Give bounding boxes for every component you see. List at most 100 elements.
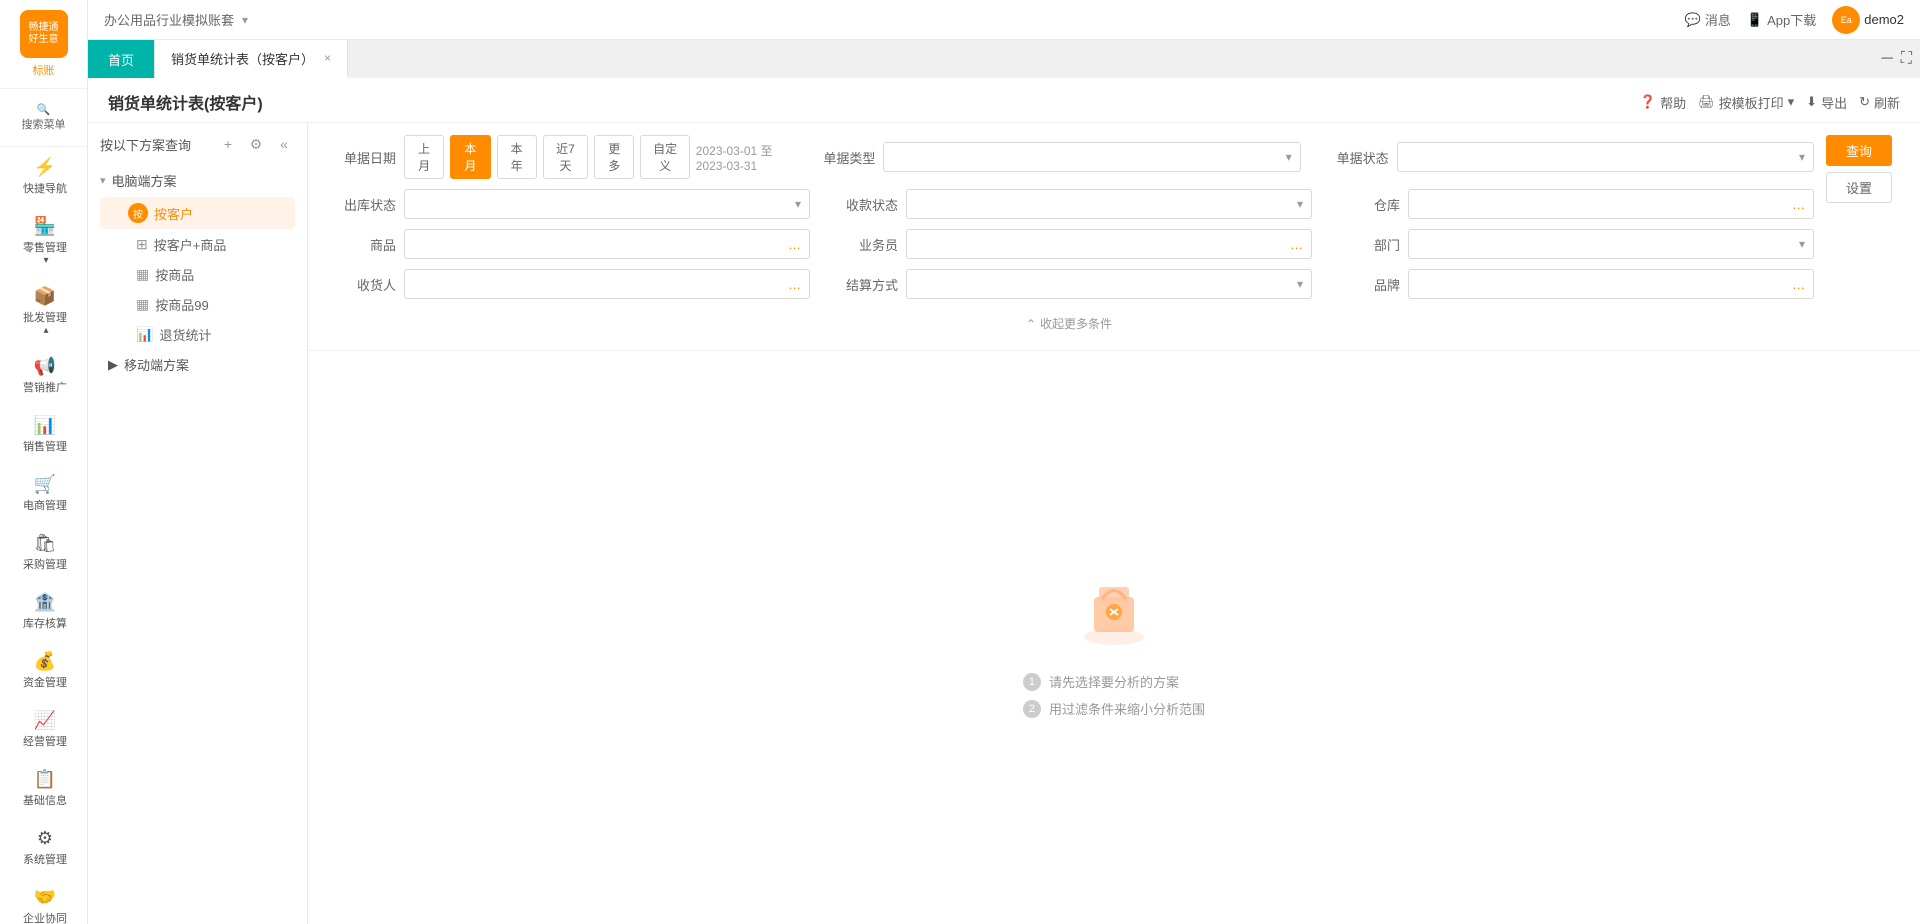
sidebar-item-business[interactable]: 📈 经营管理 <box>0 700 87 759</box>
avatar: Ea <box>1832 6 1860 34</box>
payment-status-arrow: ▾ <box>1297 197 1303 211</box>
date-range-text: 2023-03-01 至 2023-03-31 <box>696 142 804 173</box>
brand-selector[interactable]: … <box>1408 269 1814 299</box>
date-btn-this-year[interactable]: 本年 <box>497 135 537 179</box>
scheme-by-product[interactable]: ▦ 按商品 <box>100 260 295 289</box>
refresh-btn[interactable]: ↻ 刷新 <box>1859 93 1900 112</box>
empty-tips: 1 请先选择要分析的方案 2 用过滤条件来缩小分析范围 <box>1023 672 1205 718</box>
add-scheme-btn[interactable]: + <box>217 133 239 155</box>
query-btn[interactable]: 查询 <box>1826 135 1892 166</box>
order-type-arrow: ▾ <box>1286 150 1292 164</box>
sidebar-item-marketing[interactable]: 📢 营销推广 <box>0 346 87 405</box>
desktop-group-label: 电脑端方案 <box>112 171 177 190</box>
date-btn-custom[interactable]: 自定义 <box>640 135 689 179</box>
scheme-by-customer[interactable]: 按 按客户 <box>100 197 295 229</box>
salesperson-selector[interactable]: … <box>906 229 1312 259</box>
payment-status-select[interactable]: ▾ <box>906 189 1312 219</box>
logo-area: 畅捷通好生意 标账 <box>0 0 87 89</box>
add-icon: + <box>224 136 232 152</box>
filter-row-4: 收货人 … 结算方式 ▾ 品牌 <box>324 269 1814 299</box>
sidebar-item-system[interactable]: ⚙ 系统管理 <box>0 818 87 877</box>
sidebar-item-basic[interactable]: 📋 基础信息 <box>0 759 87 818</box>
date-btn-this-month[interactable]: 本月 <box>450 135 490 179</box>
tab-home[interactable]: 首页 <box>88 40 155 78</box>
sidebar-search-section: 🔍 搜索菜单 <box>0 89 87 147</box>
sidebar-item-sales[interactable]: 📊 销售管理 <box>0 405 87 464</box>
settings-icon: ⚙ <box>250 136 263 153</box>
panel-header-actions: + ⚙ « <box>217 133 295 155</box>
receiver-selector[interactable]: … <box>404 269 810 299</box>
user-area[interactable]: Ea demo2 <box>1832 6 1904 34</box>
empty-tip-2: 2 用过滤条件来缩小分析范围 <box>1023 699 1205 718</box>
date-btn-7days[interactable]: 近7天 <box>543 135 588 179</box>
date-filter: 上月 本月 本年 近7天 更多 自定义 2023-03-01 至 2023-03… <box>404 135 803 179</box>
mobile-group-header[interactable]: ▶ 移动端方案 <box>96 350 299 379</box>
logo-subtitle: 标账 <box>33 62 55 78</box>
filter-row-2: 出库状态 ▾ 收款状态 ▾ 仓库 <box>324 189 1814 219</box>
tab-maximize-btn[interactable]: ⛶ <box>1901 50 1912 68</box>
department-label: 部门 <box>1328 235 1408 254</box>
product-selector[interactable]: … <box>404 229 810 259</box>
settings-scheme-btn[interactable]: ⚙ <box>245 133 267 155</box>
scheme-return-stats[interactable]: 📊 退货统计 <box>100 320 295 349</box>
out-status-select[interactable]: ▾ <box>404 189 810 219</box>
tab-close-icon[interactable]: × <box>324 51 331 65</box>
warehouse-selector[interactable]: … <box>1408 189 1814 219</box>
message-btn[interactable]: 💬 消息 <box>1685 10 1731 29</box>
help-btn[interactable]: ❓ 帮助 <box>1640 93 1686 112</box>
sidebar-item-wholesale[interactable]: 📦 批发管理 ▴ <box>0 276 87 346</box>
date-btn-last-month[interactable]: 上月 <box>404 135 444 179</box>
header-dropdown-icon[interactable]: ▾ <box>242 13 248 27</box>
print-dropdown-icon: ▾ <box>1788 94 1795 110</box>
print-btn[interactable]: 🖨 按模板打印 ▾ <box>1698 93 1794 112</box>
scheme-by-product99[interactable]: ▦ 按商品99 <box>100 290 295 319</box>
active-scheme-icon: 按 <box>128 203 148 223</box>
tab-active[interactable]: 销货单统计表（按客户） × <box>155 40 348 78</box>
sidebar-item-ecommerce[interactable]: 🛒 电商管理 <box>0 464 87 523</box>
desktop-group-arrow: ▾ <box>100 174 106 187</box>
sidebar-item-enterprise[interactable]: 🤝 企业协同 <box>0 877 87 924</box>
settings-btn[interactable]: 设置 <box>1826 172 1892 203</box>
sidebar-item-finance[interactable]: 💰 资金管理 <box>0 641 87 700</box>
settlement-arrow: ▾ <box>1297 277 1303 291</box>
scheme-by-product-label: 按商品 <box>155 265 194 284</box>
right-area: 单据日期 上月 本月 本年 近7天 更多 自定义 2023-03-01 至 20… <box>308 123 1920 924</box>
desktop-group: ▾ 电脑端方案 按 按客户 ⊞ 按客户+商品 ▦ 按商品 <box>88 165 307 349</box>
order-status-label: 单据状态 <box>1317 148 1397 167</box>
warehouse-dots: … <box>1792 197 1805 212</box>
sidebar-item-retail[interactable]: 🏪 零售管理 ▾ <box>0 206 87 276</box>
page-actions: ❓ 帮助 🖨 按模板打印 ▾ ⬇ 导出 ↻ 刷新 <box>1640 93 1900 112</box>
sub-icon-0: ⊞ <box>136 236 148 253</box>
ecommerce-icon: 🛒 <box>34 474 56 495</box>
app-download-btn[interactable]: 📱 App下载 <box>1747 10 1816 29</box>
sidebar-item-purchase[interactable]: 🛍 采购管理 <box>0 523 87 582</box>
scheme-by-customer-label: 按客户 <box>154 204 193 223</box>
wholesale-icon: 📦 <box>34 286 56 307</box>
sub-icon-1: ▦ <box>136 266 149 283</box>
desktop-group-header[interactable]: ▾ 电脑端方案 <box>96 165 299 196</box>
sidebar: 畅捷通好生意 标账 🔍 搜索菜单 ⚡ 快捷导航 🏪 零售管理 ▾ 📦 批发管理 … <box>0 0 88 924</box>
export-btn[interactable]: ⬇ 导出 <box>1806 93 1847 112</box>
sidebar-item-shortcut[interactable]: ⚡ 快捷导航 <box>0 147 87 206</box>
search-menu-item[interactable]: 🔍 搜索菜单 <box>8 97 79 138</box>
panel-header: 按以下方案查询 + ⚙ « <box>88 123 307 165</box>
date-btn-more[interactable]: 更多 <box>594 135 634 179</box>
order-type-select[interactable]: ▾ <box>883 142 1300 172</box>
collapse-icon: « <box>280 136 288 152</box>
scheme-by-customer-product[interactable]: ⊞ 按客户+商品 <box>100 230 295 259</box>
sidebar-item-inventory[interactable]: 🏦 库存核算 <box>0 582 87 641</box>
tab-expand-area: ─ ⛶ <box>1873 50 1920 68</box>
receiver-dots: … <box>788 277 801 292</box>
header-left: 办公用品行业模拟账套 ▾ <box>104 10 248 29</box>
order-type-label: 单据类型 <box>803 148 883 167</box>
department-select[interactable]: ▾ <box>1408 229 1814 259</box>
collapse-filter-btn[interactable]: ⌃ 收起更多条件 <box>324 309 1814 338</box>
print-icon: 🖨 <box>1698 94 1715 110</box>
product-dots: … <box>788 237 801 252</box>
order-status-select[interactable]: ▾ <box>1397 142 1814 172</box>
user-name: demo2 <box>1864 12 1904 27</box>
tab-minimize-btn[interactable]: ─ <box>1881 50 1892 68</box>
collapse-panel-btn[interactable]: « <box>273 133 295 155</box>
tab-home-label: 首页 <box>108 50 134 69</box>
settlement-select[interactable]: ▾ <box>906 269 1312 299</box>
